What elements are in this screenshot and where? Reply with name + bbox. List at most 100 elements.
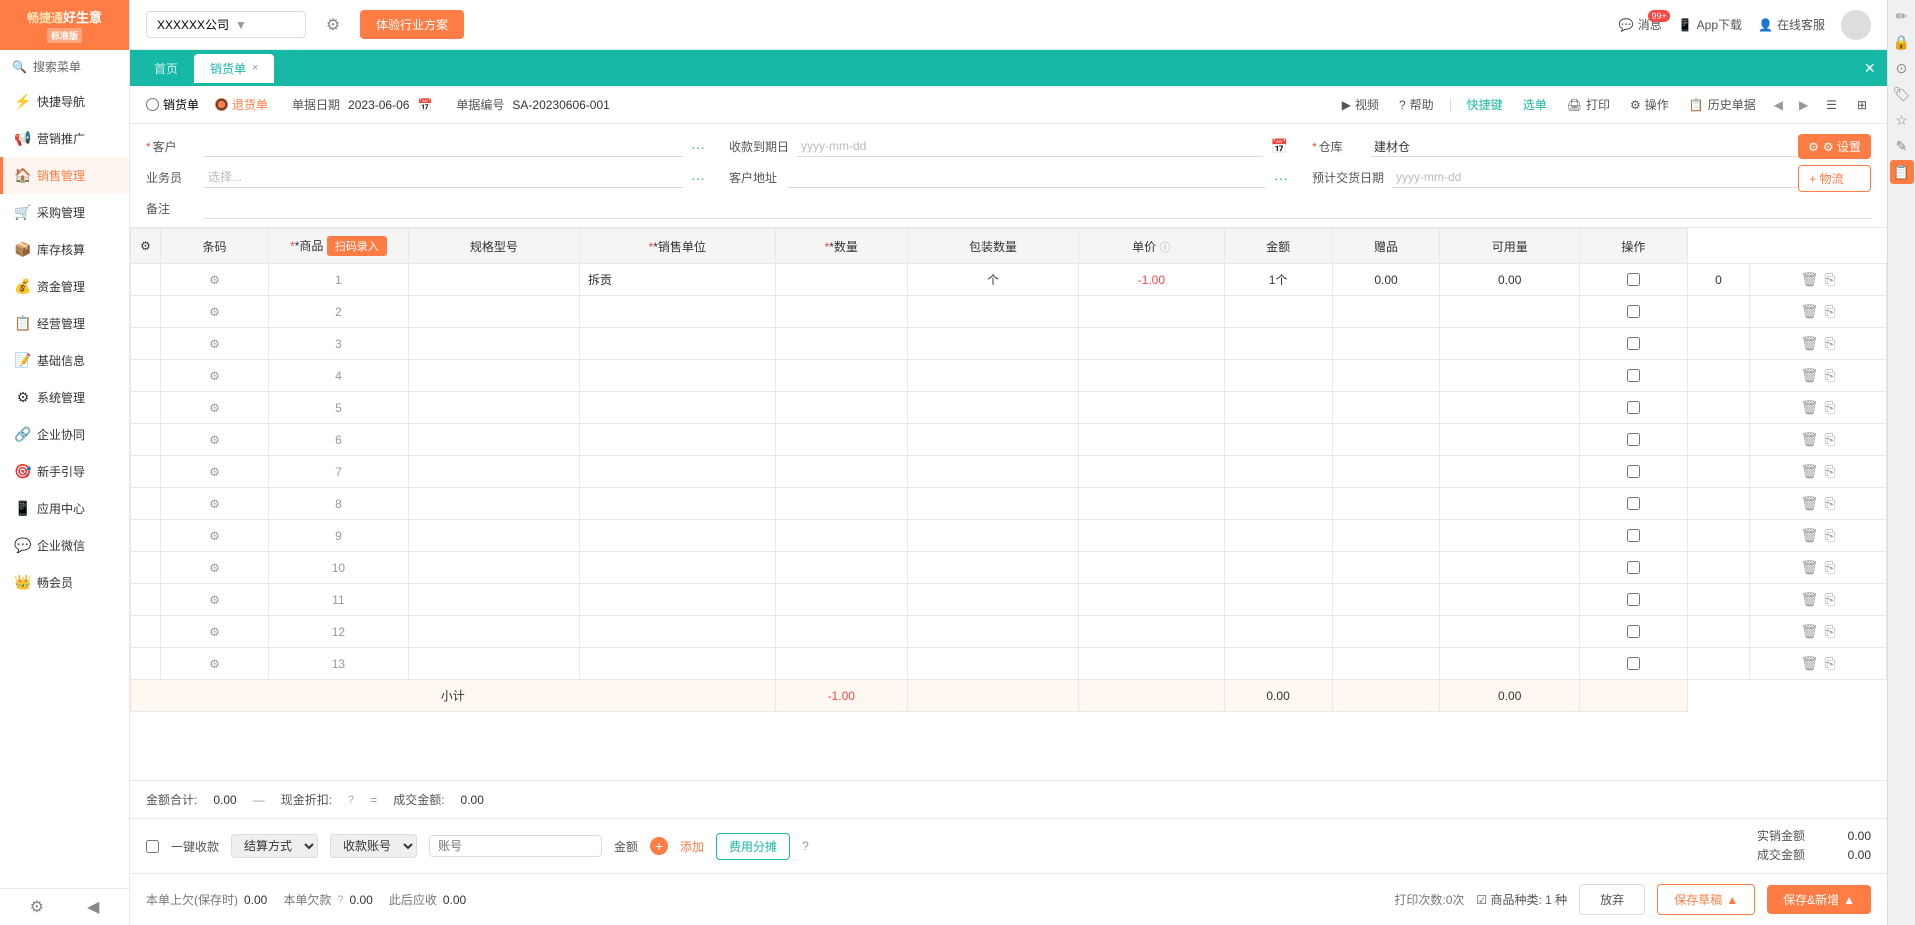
right-panel-edit-icon[interactable]: ✏ <box>1890 4 1914 28</box>
row-barcode-cell[interactable] <box>408 296 579 328</box>
discard-button[interactable]: 放弃 <box>1579 884 1645 915</box>
row-amount-cell[interactable] <box>1440 552 1579 584</box>
row-copy-icon[interactable]: ⎘ <box>1824 527 1835 544</box>
row-pack-qty-cell[interactable] <box>1224 616 1332 648</box>
row-product-cell[interactable] <box>579 328 775 360</box>
row-copy-icon[interactable]: ⎘ <box>1824 655 1835 672</box>
row-pack-qty-cell[interactable] <box>1224 328 1332 360</box>
row-gift-checkbox[interactable] <box>1627 657 1640 670</box>
sidebar-item-quick-nav[interactable]: ⚡ 快捷导航 <box>0 83 129 120</box>
sidebar-item-finance[interactable]: 💰 资金管理 <box>0 268 129 305</box>
print-btn[interactable]: 🖨 打印 <box>1563 94 1614 115</box>
row-gift-checkbox[interactable] <box>1627 369 1640 382</box>
row-gift-cell[interactable] <box>1579 296 1687 328</box>
address-more-icon[interactable]: ··· <box>1274 170 1288 186</box>
sidebar-item-guide[interactable]: 🎯 新手引导 <box>0 453 129 490</box>
right-panel-active-icon[interactable]: 📋 <box>1890 160 1914 184</box>
expected-date-input[interactable] <box>1392 167 1846 188</box>
row-gift-checkbox[interactable] <box>1627 433 1640 446</box>
list-view-btn[interactable]: ☰ <box>1822 96 1841 114</box>
row-product-cell[interactable] <box>579 488 775 520</box>
row-amount-cell[interactable] <box>1440 456 1579 488</box>
row-product-cell[interactable] <box>579 552 775 584</box>
row-unit-cell[interactable] <box>907 360 1078 392</box>
row-settings-cell[interactable]: ⚙ <box>161 616 269 648</box>
row-qty-cell[interactable] <box>1079 488 1225 520</box>
row-barcode-cell[interactable] <box>408 264 579 296</box>
row-spec-cell[interactable] <box>775 520 907 552</box>
row-unit-cell[interactable]: 个 <box>907 264 1078 296</box>
row-qty-cell[interactable] <box>1079 584 1225 616</box>
row-delete-icon[interactable]: 🗑 <box>1801 399 1819 416</box>
row-copy-icon[interactable]: ⎘ <box>1824 559 1835 576</box>
row-copy-icon[interactable]: ⎘ <box>1824 335 1835 352</box>
video-btn[interactable]: ▶ 视频 <box>1338 94 1383 115</box>
row-gift-checkbox[interactable] <box>1627 273 1640 286</box>
row-pack-qty-cell[interactable] <box>1224 648 1332 680</box>
row-spec-cell[interactable] <box>775 552 907 584</box>
sidebar-item-sales[interactable]: 🏠 销售管理 <box>0 157 129 194</box>
product-type-label[interactable]: ☑ 商品种类: 1 种 <box>1476 891 1567 908</box>
row-gift-checkbox[interactable] <box>1627 593 1640 606</box>
row-spec-cell[interactable] <box>775 424 907 456</box>
payment-account-number-input[interactable] <box>429 835 602 857</box>
row-barcode-cell[interactable] <box>408 520 579 552</box>
row-copy-icon[interactable]: ⎘ <box>1824 591 1835 608</box>
row-gift-checkbox[interactable] <box>1627 305 1640 318</box>
row-gift-cell[interactable] <box>1579 424 1687 456</box>
tab-home[interactable]: 首页 <box>138 54 194 83</box>
row-spec-cell[interactable] <box>775 392 907 424</box>
row-copy-icon[interactable]: ⎘ <box>1824 271 1835 288</box>
radio-return[interactable]: 退货单 <box>215 96 268 113</box>
row-gift-cell[interactable] <box>1579 648 1687 680</box>
select-btn[interactable]: 选单 <box>1519 94 1551 115</box>
row-delete-icon[interactable]: 🗑 <box>1801 527 1819 544</box>
row-product-cell[interactable] <box>579 296 775 328</box>
row-pack-qty-cell[interactable] <box>1224 392 1332 424</box>
sidebar-item-app-center[interactable]: 📱 应用中心 <box>0 490 129 527</box>
tab-close-icon[interactable]: × <box>252 62 258 74</box>
sidebar-item-inventory[interactable]: 📦 库存核算 <box>0 231 129 268</box>
row-unit-cell[interactable] <box>907 488 1078 520</box>
row-delete-icon[interactable]: 🗑 <box>1801 591 1819 608</box>
history-btn[interactable]: 📋 历史单据 <box>1685 94 1760 115</box>
row-delete-icon[interactable]: 🗑 <box>1801 367 1819 384</box>
row-qty-cell[interactable] <box>1079 328 1225 360</box>
row-spec-cell[interactable] <box>775 328 907 360</box>
row-spec-cell[interactable] <box>775 264 907 296</box>
row-qty-cell[interactable] <box>1079 648 1225 680</box>
row-delete-icon[interactable]: 🗑 <box>1801 559 1819 576</box>
row-barcode-cell[interactable] <box>408 488 579 520</box>
row-qty-cell[interactable] <box>1079 456 1225 488</box>
company-selector[interactable]: XXXXXX公司 ▼ <box>146 11 306 38</box>
row-price-cell[interactable] <box>1332 584 1440 616</box>
payment-help-icon[interactable]: ? <box>802 839 809 853</box>
row-unit-cell[interactable] <box>907 616 1078 648</box>
row-copy-icon[interactable]: ⎘ <box>1824 463 1835 480</box>
row-amount-cell[interactable] <box>1440 296 1579 328</box>
sidebar-item-basic-info[interactable]: 📝 基础信息 <box>0 342 129 379</box>
right-panel-star-icon[interactable]: ☆ <box>1890 108 1914 132</box>
row-product-cell[interactable] <box>579 456 775 488</box>
sidebar-item-marketing[interactable]: 📢 营销推广 <box>0 120 129 157</box>
row-delete-icon[interactable]: 🗑 <box>1801 623 1819 640</box>
sidebar-item-operations[interactable]: 📋 经营管理 <box>0 305 129 342</box>
row-gift-checkbox[interactable] <box>1627 465 1640 478</box>
due-date-calendar-icon[interactable]: 📅 <box>1271 138 1288 155</box>
row-amount-cell[interactable] <box>1440 328 1579 360</box>
grid-view-btn[interactable]: ⊞ <box>1853 96 1871 114</box>
row-settings-cell[interactable]: ⚙ <box>161 360 269 392</box>
settings-bottom-icon[interactable]: ⚙ <box>30 897 44 917</box>
row-product-cell[interactable] <box>579 520 775 552</box>
next-nav-btn[interactable]: ▶ <box>1797 96 1810 114</box>
col-settings[interactable]: ⚙ <box>131 229 161 264</box>
row-spec-cell[interactable] <box>775 360 907 392</box>
row-delete-icon[interactable]: 🗑 <box>1801 495 1819 512</box>
row-copy-icon[interactable]: ⎘ <box>1824 367 1835 384</box>
row-pack-qty-cell[interactable] <box>1224 488 1332 520</box>
warehouse-input[interactable] <box>1370 136 1849 157</box>
row-unit-cell[interactable] <box>907 328 1078 360</box>
salesman-more-icon[interactable]: ··· <box>691 170 705 186</box>
row-delete-icon[interactable]: 🗑 <box>1801 271 1819 288</box>
right-panel-lock-icon[interactable]: 🔒 <box>1890 30 1914 54</box>
